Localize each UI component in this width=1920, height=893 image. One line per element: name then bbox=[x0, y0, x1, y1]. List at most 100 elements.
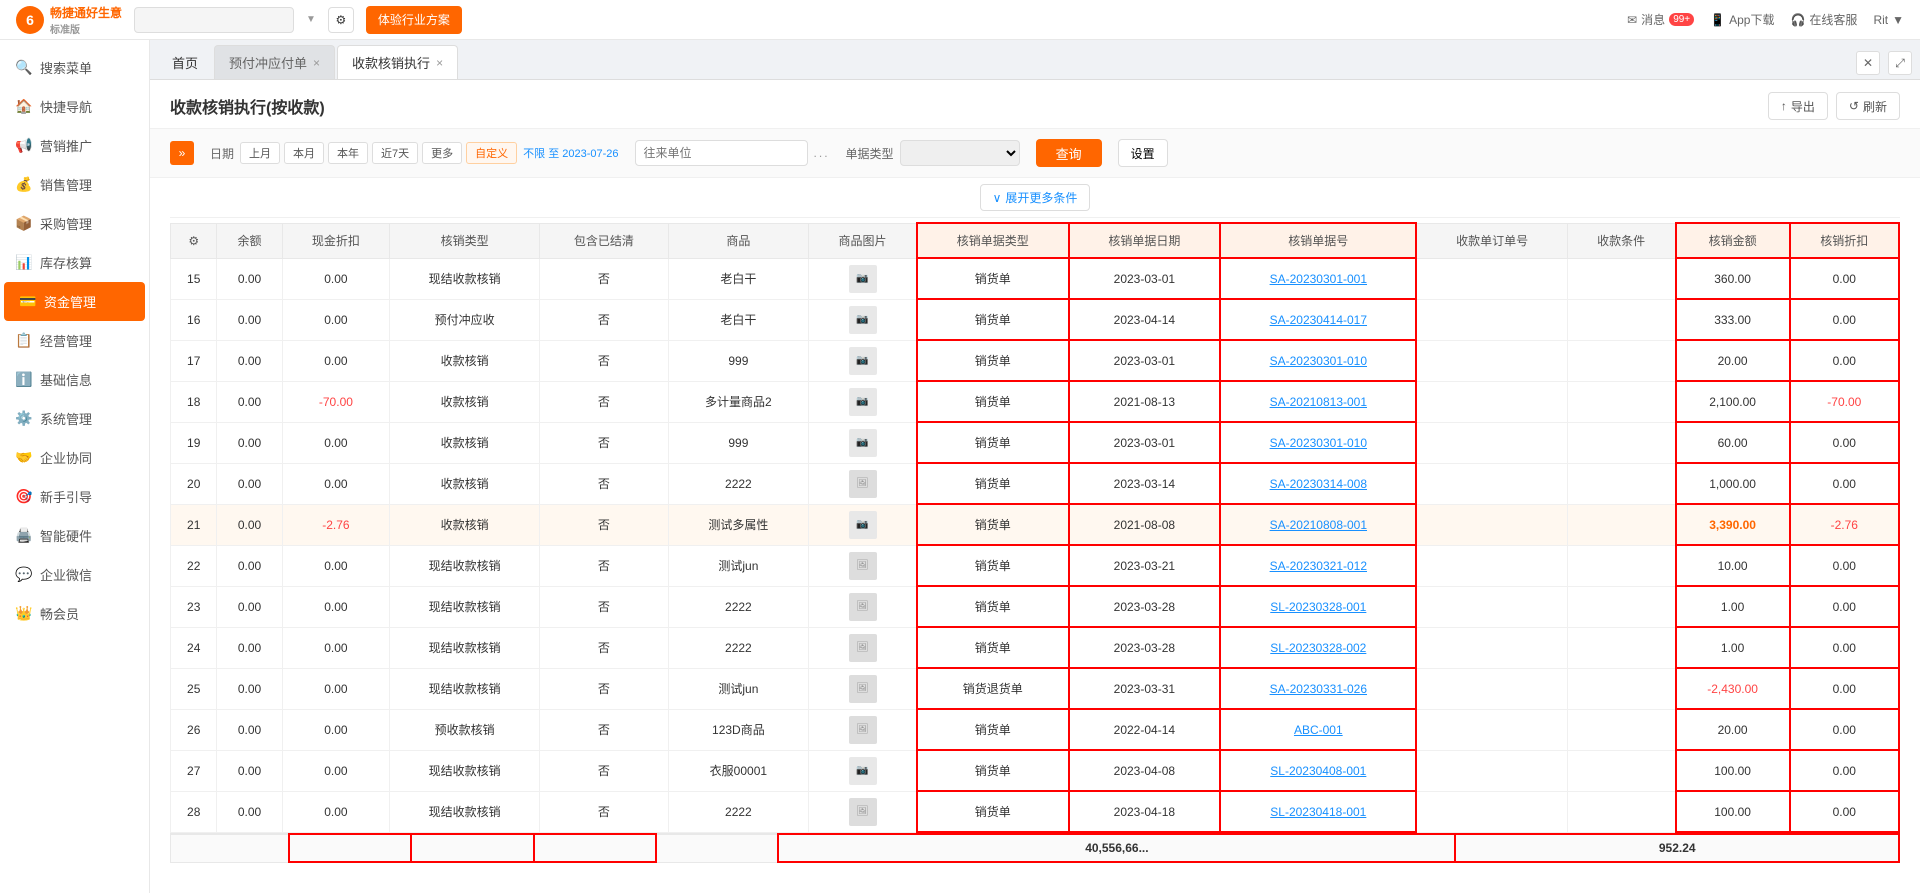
cell-verify-doc-no[interactable]: SA-20230301-010 bbox=[1220, 340, 1416, 381]
cell-verify-doc-no[interactable]: SA-20230414-017 bbox=[1220, 299, 1416, 340]
sidebar-item-member[interactable]: 👑 畅会员 bbox=[0, 594, 149, 633]
table-container[interactable]: ∨ 展开更多条件 ⚙ 余额 现金折扣 核销类型 包含已结清 bbox=[150, 178, 1920, 893]
cell-balance: 0.00 bbox=[217, 545, 282, 586]
brand-logo: 6 畅捷通好生意 标准版 bbox=[16, 4, 122, 36]
cell-cash-discount: 0.00 bbox=[282, 340, 390, 381]
cell-verify-doc-no[interactable]: SA-20230314-008 bbox=[1220, 463, 1416, 504]
sidebar-item-system[interactable]: ⚙️ 系统管理 bbox=[0, 399, 149, 438]
filter-toggle-button[interactable]: » bbox=[170, 141, 194, 165]
sales-icon: 💰 bbox=[16, 177, 32, 193]
expand-conditions-button[interactable]: ∨ 展开更多条件 bbox=[980, 184, 1091, 211]
sidebar-item-purchase[interactable]: 📦 采购管理 bbox=[0, 204, 149, 243]
prepay-tab-close[interactable]: × bbox=[313, 56, 320, 70]
table-row: 24 0.00 0.00 现结收款核销 否 2222 🖼 销货单 2023-03… bbox=[171, 627, 1900, 668]
sidebar-label-basic: 基础信息 bbox=[40, 370, 92, 389]
sidebar-item-collab[interactable]: 🤝 企业协同 bbox=[0, 438, 149, 477]
verification-tab-close[interactable]: × bbox=[436, 56, 443, 70]
sidebar-item-search[interactable]: 🔍 搜索菜单 bbox=[0, 48, 149, 87]
cell-verify-discount: 0.00 bbox=[1790, 750, 1899, 791]
sidebar-item-hardware[interactable]: 🖨️ 智能硬件 bbox=[0, 516, 149, 555]
sidebar-item-quicknav[interactable]: 🏠 快捷导航 bbox=[0, 87, 149, 126]
custom-date-btn[interactable]: 自定义 bbox=[466, 142, 517, 164]
query-button[interactable]: 查询 bbox=[1036, 139, 1102, 167]
user-menu[interactable]: Rit ▼ bbox=[1873, 13, 1904, 27]
cell-verify-amount: 20.00 bbox=[1676, 340, 1790, 381]
table-row: 18 0.00 -70.00 收款核销 否 多计量商品2 📷 销货单 2021-… bbox=[171, 381, 1900, 422]
sidebar-item-marketing[interactable]: 📢 营销推广 bbox=[0, 126, 149, 165]
tab-expand-button[interactable]: ⤢ bbox=[1888, 51, 1912, 75]
cell-verify-doc-no[interactable]: SL-20230328-002 bbox=[1220, 627, 1416, 668]
cell-include-settled: 否 bbox=[539, 463, 668, 504]
inventory-icon: 📊 bbox=[16, 255, 32, 271]
cell-verify-doc-no[interactable]: SL-20230408-001 bbox=[1220, 750, 1416, 791]
online-service-button[interactable]: 🎧 在线客服 bbox=[1790, 11, 1857, 28]
industry-solution-button[interactable]: 体验行业方案 bbox=[366, 6, 462, 34]
cell-verify-doc-no[interactable]: ABC-001 bbox=[1220, 709, 1416, 750]
cell-verify-type: 预付冲应收 bbox=[390, 299, 540, 340]
sidebar-label-marketing: 营销推广 bbox=[40, 136, 92, 155]
this-month-btn[interactable]: 本月 bbox=[284, 142, 324, 164]
cell-include-settled: 否 bbox=[539, 627, 668, 668]
cell-verify-doc-no[interactable]: SL-20230418-001 bbox=[1220, 791, 1416, 832]
goods-image: 📷 bbox=[849, 347, 877, 375]
sidebar-item-sales[interactable]: 💰 销售管理 bbox=[0, 165, 149, 204]
goods-image: 🖼 bbox=[849, 716, 877, 744]
voucher-type-select[interactable] bbox=[900, 140, 1020, 166]
export-button[interactable]: ↑ 导出 bbox=[1768, 92, 1828, 120]
voucher-type-label: 单据类型 bbox=[846, 145, 894, 162]
cell-verify-doc-no[interactable]: SA-20210808-001 bbox=[1220, 504, 1416, 545]
search-input[interactable] bbox=[134, 7, 294, 33]
cell-verify-amount: 3,390.00 bbox=[1676, 504, 1790, 545]
tab-verification[interactable]: 收款核销执行 × bbox=[337, 45, 458, 79]
last-7days-btn[interactable]: 近7天 bbox=[372, 142, 418, 164]
sidebar: 🔍 搜索菜单 🏠 快捷导航 📢 营销推广 💰 销售管理 📦 采购管理 📊 库存核… bbox=[0, 40, 150, 893]
dropdown-arrow-icon[interactable]: ▼ bbox=[306, 14, 316, 25]
sidebar-item-inventory[interactable]: 📊 库存核算 bbox=[0, 243, 149, 282]
cell-verify-doc-no[interactable]: SA-20230331-026 bbox=[1220, 668, 1416, 709]
cell-verify-discount: 0.00 bbox=[1790, 463, 1899, 504]
app-download-button[interactable]: 📱 App下载 bbox=[1710, 11, 1774, 28]
refresh-button[interactable]: ↺ 刷新 bbox=[1836, 92, 1900, 120]
filter-settings-button[interactable]: 设置 bbox=[1118, 139, 1168, 167]
cell-goods-img: 🖼 bbox=[809, 545, 917, 586]
sidebar-item-basic[interactable]: ℹ️ 基础信息 bbox=[0, 360, 149, 399]
sidebar-item-finance[interactable]: 💳 资金管理 bbox=[4, 282, 145, 321]
cell-include-settled: 否 bbox=[539, 791, 668, 832]
cell-receipt-order-no bbox=[1416, 299, 1567, 340]
goods-image: 📷 bbox=[849, 429, 877, 457]
cell-goods-img: 🖼 bbox=[809, 791, 917, 832]
counterpart-input[interactable] bbox=[635, 140, 808, 166]
sidebar-label-system: 系统管理 bbox=[40, 409, 92, 428]
cell-verify-doc-no[interactable]: SA-20230301-001 bbox=[1220, 258, 1416, 299]
goods-image: 🖼 bbox=[849, 675, 877, 703]
tab-close-all-button[interactable]: ✕ bbox=[1856, 51, 1880, 75]
col-goods-img: 商品图片 bbox=[809, 223, 917, 258]
cell-verify-doc-no[interactable]: SA-20230301-010 bbox=[1220, 422, 1416, 463]
user-name: Rit bbox=[1873, 13, 1888, 27]
cell-receipt-condition bbox=[1567, 381, 1675, 422]
cell-id: 16 bbox=[171, 299, 217, 340]
sidebar-item-weixin[interactable]: 💬 企业微信 bbox=[0, 555, 149, 594]
cell-verify-doc-no[interactable]: SL-20230328-001 bbox=[1220, 586, 1416, 627]
sidebar-item-guide[interactable]: 🎯 新手引导 bbox=[0, 477, 149, 516]
cell-verify-doc-no[interactable]: SA-20210813-001 bbox=[1220, 381, 1416, 422]
verification-tab-label: 收款核销执行 bbox=[352, 53, 430, 72]
cell-verify-doc-no[interactable]: SA-20230321-012 bbox=[1220, 545, 1416, 586]
col-verify-doc-date: 核销单据日期 bbox=[1069, 223, 1221, 258]
tab-prepay[interactable]: 预付冲应付单 × bbox=[214, 45, 335, 79]
sidebar-item-operations[interactable]: 📋 经营管理 bbox=[0, 321, 149, 360]
gear-button[interactable]: ⚙ bbox=[328, 7, 354, 33]
more-date-btn[interactable]: 更多 bbox=[422, 142, 462, 164]
prepay-tab-label: 预付冲应付单 bbox=[229, 53, 307, 72]
tab-home[interactable]: 首页 bbox=[158, 45, 212, 79]
messages-button[interactable]: ✉ 消息 99+ bbox=[1627, 11, 1694, 28]
cell-cash-discount: -70.00 bbox=[282, 381, 390, 422]
cell-receipt-order-no bbox=[1416, 586, 1567, 627]
last-month-btn[interactable]: 上月 bbox=[240, 142, 280, 164]
filter-bar: » 日期 上月 本月 本年 近7天 更多 自定义 不限 至 2023-07-26 bbox=[150, 129, 1920, 178]
col-verify-amount: 核销金额 bbox=[1676, 223, 1790, 258]
this-year-btn[interactable]: 本年 bbox=[328, 142, 368, 164]
message-icon: ✉ bbox=[1627, 13, 1637, 27]
cell-verify-doc-date: 2023-03-28 bbox=[1069, 586, 1221, 627]
cell-goods-img: 🖼 bbox=[809, 668, 917, 709]
